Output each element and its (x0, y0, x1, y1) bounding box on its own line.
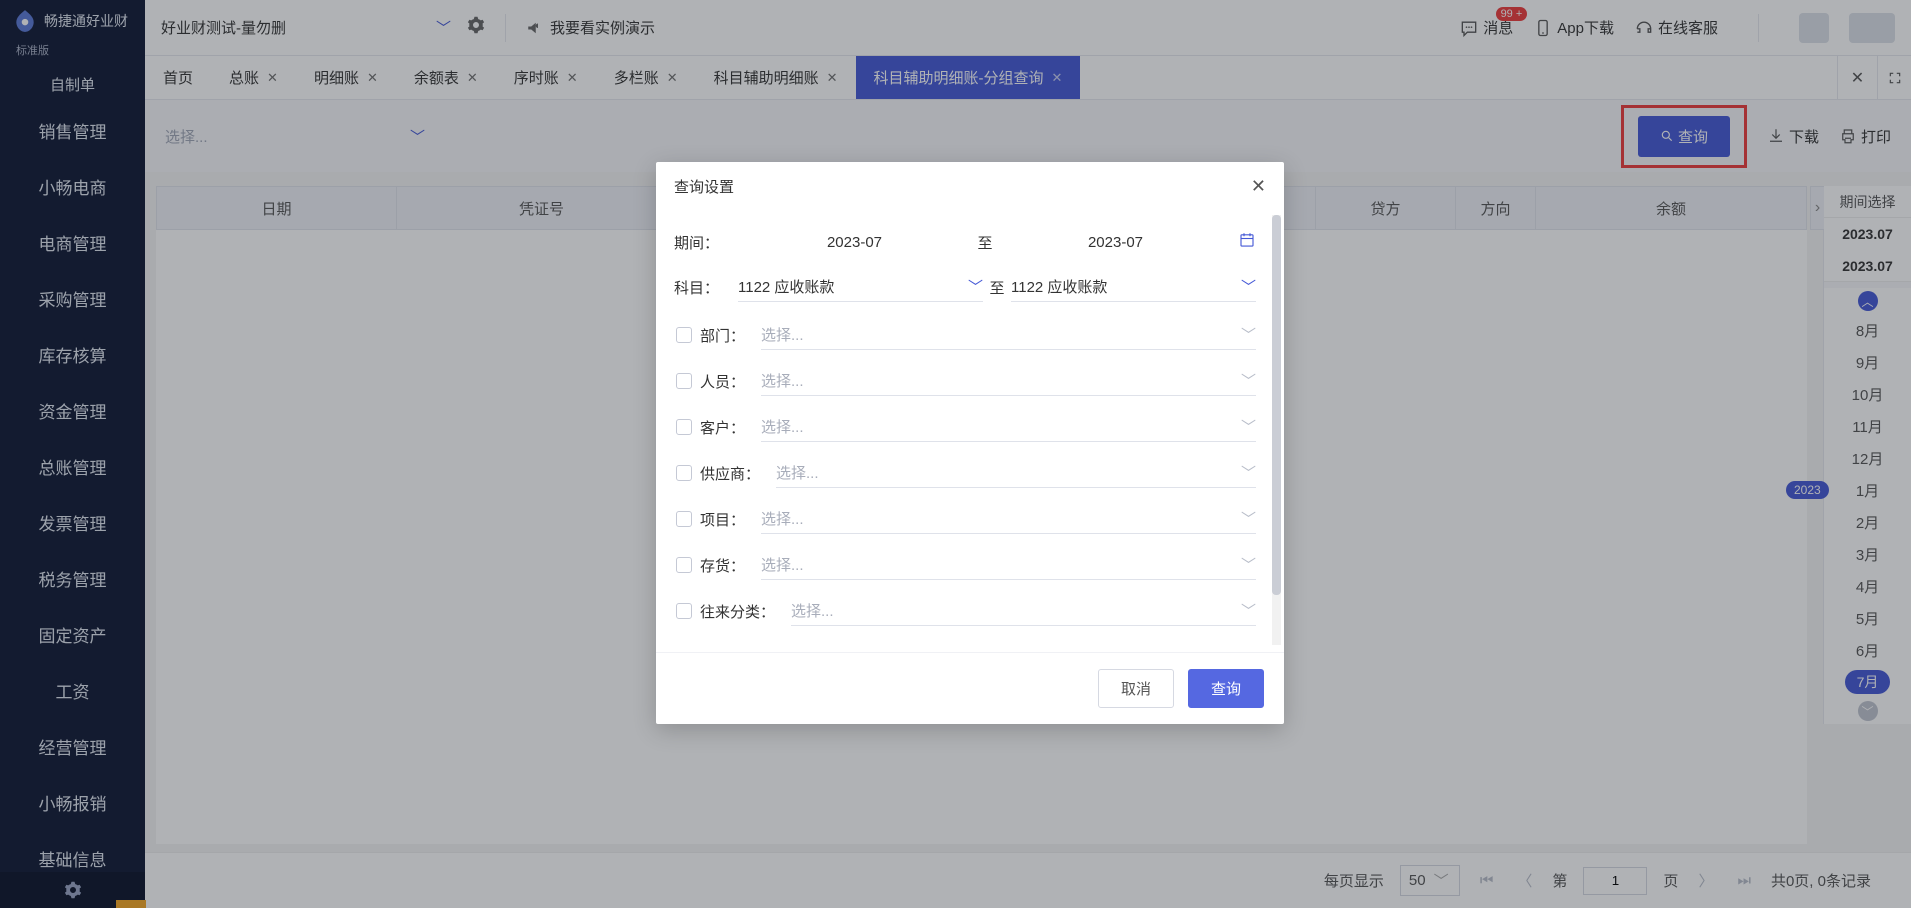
chevron-down-icon: ﹀ (1241, 554, 1256, 575)
aux-select[interactable]: 选择... ﹀ (761, 504, 1256, 534)
modal-footer: 取消 查询 (656, 652, 1284, 724)
confirm-button[interactable]: 查询 (1188, 669, 1264, 708)
to-label: 至 (983, 277, 1011, 298)
chevron-down-icon: ﹀ (1241, 416, 1256, 437)
aux-field-row-2: 客户： 选择... ﹀ (674, 412, 1256, 442)
aux-placeholder: 选择... (791, 600, 834, 621)
chevron-down-icon: ﹀ (1241, 370, 1256, 391)
chevron-down-icon: ﹀ (1241, 462, 1256, 483)
chevron-down-icon: ﹀ (1241, 600, 1256, 621)
aux-select[interactable]: 选择... ﹀ (761, 412, 1256, 442)
chevron-down-icon: ﹀ (968, 276, 983, 297)
aux-field-row-1: 人员： 选择... ﹀ (674, 366, 1256, 396)
scrollbar-thumb[interactable] (1272, 215, 1281, 595)
aux-field-row-0: 部门： 选择... ﹀ (674, 320, 1256, 350)
aux-placeholder: 选择... (761, 554, 804, 575)
aux-select[interactable]: 选择... ﹀ (791, 596, 1256, 626)
subject-label: 科目： (674, 277, 738, 298)
aux-placeholder: 选择... (761, 508, 804, 529)
aux-placeholder: 选择... (761, 324, 804, 345)
aux-select[interactable]: 选择... ﹀ (761, 550, 1256, 580)
chevron-down-icon: ﹀ (1241, 324, 1256, 345)
chevron-down-icon: ﹀ (1241, 508, 1256, 529)
modal-title: 查询设置 (674, 176, 734, 197)
subject-to-value: 1122 应收账款 (1011, 276, 1107, 297)
aux-label: 往来分类： (700, 601, 775, 622)
calendar-icon[interactable] (1238, 231, 1256, 254)
aux-placeholder: 选择... (761, 370, 804, 391)
aux-select[interactable]: 选择... ﹀ (761, 320, 1256, 350)
aux-label: 存货： (700, 555, 745, 576)
period-to-input[interactable]: 2023-07 (999, 234, 1232, 251)
aux-label: 人员： (700, 371, 745, 392)
aux-checkbox[interactable] (676, 327, 692, 343)
modal-header: 查询设置 ✕ (656, 162, 1284, 211)
aux-label: 部门： (700, 325, 745, 346)
modal-scrollbar[interactable] (1272, 215, 1281, 645)
modal-close-button[interactable]: ✕ (1251, 176, 1266, 197)
period-from-input[interactable]: 2023-07 (738, 234, 971, 251)
aux-checkbox[interactable] (676, 511, 692, 527)
aux-checkbox[interactable] (676, 557, 692, 573)
period-row: 期间： 2023-07 至 2023-07 (674, 231, 1256, 254)
chevron-down-icon: ﹀ (1241, 276, 1256, 297)
subject-to-select[interactable]: 1122 应收账款 ﹀ (1011, 272, 1256, 302)
aux-placeholder: 选择... (776, 462, 819, 483)
subject-row: 科目： 1122 应收账款 ﹀ 至 1122 应收账款 ﹀ (674, 272, 1256, 302)
aux-label: 项目： (700, 509, 745, 530)
aux-label: 供应商： (700, 463, 760, 484)
aux-field-row-6: 往来分类： 选择... ﹀ (674, 596, 1256, 626)
aux-placeholder: 选择... (761, 416, 804, 437)
aux-checkbox[interactable] (676, 419, 692, 435)
aux-select[interactable]: 选择... ﹀ (761, 366, 1256, 396)
aux-select[interactable]: 选择... ﹀ (776, 458, 1256, 488)
to-label: 至 (971, 232, 999, 253)
aux-label: 客户： (700, 417, 745, 438)
query-settings-modal: 查询设置 ✕ 期间： 2023-07 至 2023-07 科目： 1122 应收… (656, 162, 1284, 724)
aux-checkbox[interactable] (676, 465, 692, 481)
aux-field-row-4: 项目： 选择... ﹀ (674, 504, 1256, 534)
modal-body: 期间： 2023-07 至 2023-07 科目： 1122 应收账款 ﹀ 至 … (656, 211, 1284, 652)
subject-from-select[interactable]: 1122 应收账款 ﹀ (738, 272, 983, 302)
aux-checkbox[interactable] (676, 603, 692, 619)
aux-field-row-3: 供应商： 选择... ﹀ (674, 458, 1256, 488)
cancel-button[interactable]: 取消 (1098, 669, 1174, 708)
aux-field-row-5: 存货： 选择... ﹀ (674, 550, 1256, 580)
period-label: 期间： (674, 232, 738, 253)
subject-from-value: 1122 应收账款 (738, 276, 834, 297)
aux-checkbox[interactable] (676, 373, 692, 389)
